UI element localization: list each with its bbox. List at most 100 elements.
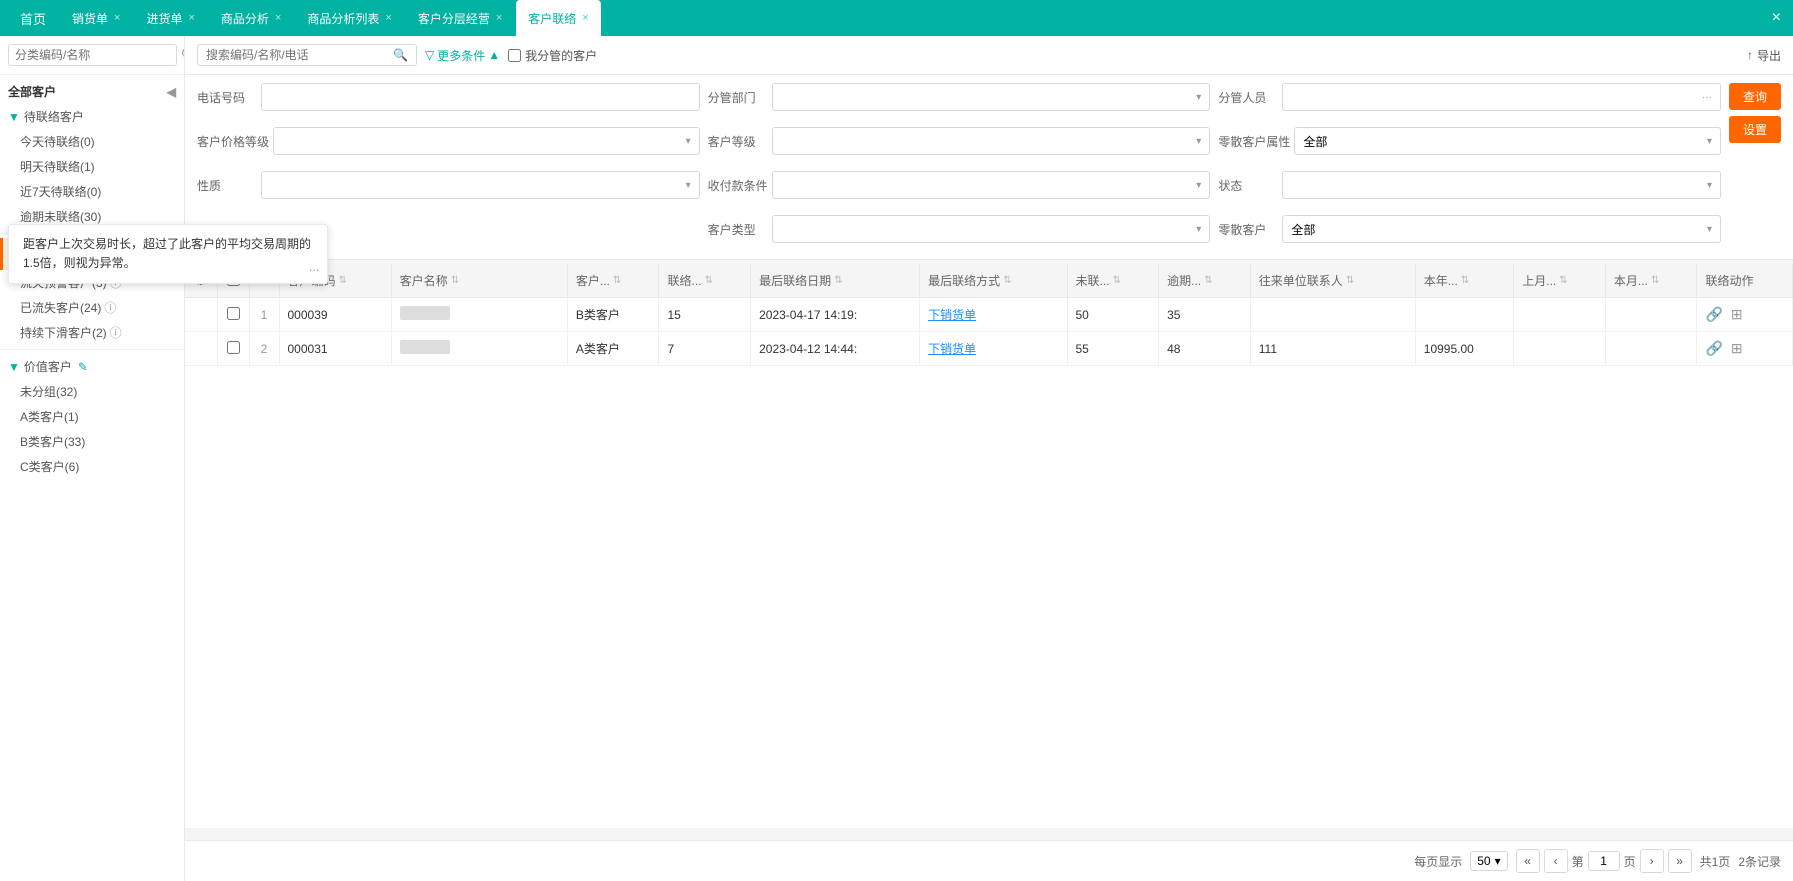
sort-icon-level: ⇅ <box>613 275 621 286</box>
chevron-down-icon-ctype: ▾ <box>1196 224 1201 235</box>
page-buttons: « ‹ 第 页 › » <box>1516 849 1692 873</box>
th-name: 客户名称 ⇅ <box>391 264 567 298</box>
sort-icon-date: ⇅ <box>834 275 842 286</box>
th-contact-count: 联络... ⇅ <box>659 264 751 298</box>
filter-nature-select[interactable]: ▾ <box>261 171 700 199</box>
nav-product-analysis[interactable]: 商品分析 × <box>209 0 293 36</box>
filter-status: 状态 ▾ <box>1218 171 1721 199</box>
close-purchase-order-icon[interactable]: × <box>188 12 194 24</box>
chevron-down-icon-pagesize: ▾ <box>1495 854 1501 868</box>
first-page-btn[interactable]: « <box>1516 849 1540 873</box>
chevron-up-icon: ▲ <box>488 48 500 62</box>
nav-customer-contact[interactable]: 客户联络 × <box>516 0 600 36</box>
row1-grid-icon[interactable]: ⊞ <box>1731 306 1743 323</box>
total-pages: 共1页 <box>1700 853 1731 870</box>
chevron-down-icon-manager: ··· <box>1702 92 1712 103</box>
arrow-down-icon-value: ▼ <box>8 360 20 374</box>
chevron-down-icon-retail2: ▾ <box>1707 224 1712 235</box>
sidebar-item-today-contact[interactable]: 今天待联络(0) <box>0 129 184 154</box>
sidebar-item-declining[interactable]: 持续下滑客户(2) ⓘ <box>0 320 184 345</box>
nav-home[interactable]: 首页 <box>8 0 58 36</box>
data-table: ⚙ 客户编码 ⇅ <box>185 264 1793 366</box>
my-customers-checkbox[interactable] <box>508 49 521 62</box>
filter-phone-input[interactable] <box>261 83 700 111</box>
prev-page-btn[interactable]: ‹ <box>1544 849 1568 873</box>
more-conditions-btn[interactable]: ▽ 更多条件 ▲ <box>425 47 500 64</box>
nav-product-analysis-list[interactable]: 商品分析列表 × <box>295 0 403 36</box>
sidebar-item-c-class[interactable]: C类客户(6) <box>0 454 184 479</box>
sidebar-item-a-class[interactable]: A类客户(1) <box>0 404 184 429</box>
sort-icon-year: ⇅ <box>1461 275 1469 286</box>
sidebar-item-7day-contact[interactable]: 近7天待联络(0) <box>0 179 184 204</box>
close-customer-contact-icon[interactable]: × <box>582 12 588 24</box>
sidebar-search-area: 🔍 <box>0 36 184 75</box>
sidebar-item-b-class[interactable]: B类客户(33) <box>0 429 184 454</box>
sidebar-group-value-customers[interactable]: ▼ 价值客户 ✎ <box>0 354 184 379</box>
row2-select[interactable] <box>227 341 240 354</box>
close-product-analysis-list-icon[interactable]: × <box>385 12 391 24</box>
row2-last-contact-method[interactable]: 下销货单 <box>920 332 1067 366</box>
last-page-btn[interactable]: » <box>1668 849 1692 873</box>
th-this-year: 本年... ⇅ <box>1415 264 1513 298</box>
main-search-input[interactable] <box>206 48 393 62</box>
nav-customer-stratify[interactable]: 客户分层经营 × <box>406 0 514 36</box>
filter-customer-type-select[interactable]: ▾ <box>772 215 1211 243</box>
close-customer-stratify-icon[interactable]: × <box>496 12 502 24</box>
page-number-input[interactable] <box>1588 851 1620 871</box>
filter-price-level-select[interactable]: ▾ <box>273 127 700 155</box>
filter-dept: 分管部门 ▾ <box>708 83 1211 111</box>
sort-icon-no-contact: ⇅ <box>1113 275 1121 286</box>
row1-contact-count: 15 <box>659 298 751 332</box>
edit-icon-value-group[interactable]: ✎ <box>78 360 88 374</box>
row2-last-month <box>1514 332 1606 366</box>
row1-link-icon[interactable]: 🔗 <box>1705 306 1722 323</box>
row2-link-icon[interactable]: 🔗 <box>1705 340 1722 357</box>
nav-purchase-order[interactable]: 进货单 × <box>134 0 206 36</box>
nav-sales-order[interactable]: 销货单 × <box>60 0 132 36</box>
chevron-down-icon-price: ▾ <box>686 136 691 147</box>
sort-icon-name: ⇅ <box>451 275 459 286</box>
row1-this-month <box>1605 298 1697 332</box>
data-table-wrap: ⚙ 客户编码 ⇅ <box>185 264 1793 828</box>
filter-retail-attr-select[interactable]: 全部 ▾ <box>1294 127 1721 155</box>
close-product-analysis-icon[interactable]: × <box>275 12 281 24</box>
sidebar-collapse-icon[interactable]: ◀ <box>167 85 176 99</box>
search-icon[interactable]: 🔍 <box>393 48 408 62</box>
row2-code: 000031 <box>279 332 391 366</box>
chevron-down-icon-level: ▾ <box>1196 136 1201 147</box>
th-level: 客户... ⇅ <box>567 264 659 298</box>
row1-select[interactable] <box>227 307 240 320</box>
filter-dept-select[interactable]: ▾ <box>772 83 1211 111</box>
filter-retail-customer-select[interactable]: 全部 ▾ <box>1282 215 1721 243</box>
filter-nature: 性质 ▾ <box>197 171 700 199</box>
row2-grid-icon[interactable]: ⊞ <box>1731 340 1743 357</box>
sort-icon-last-month: ⇅ <box>1559 275 1567 286</box>
window-close-icon[interactable]: × <box>1772 9 1781 27</box>
horizontal-scrollbar[interactable] <box>185 828 1793 840</box>
filter-customer-level-select[interactable]: ▾ <box>772 127 1211 155</box>
sidebar-item-churned[interactable]: 已流失客户(24) ⓘ <box>0 295 184 320</box>
filter-row-1: 电话号码 分管部门 ▾ 分管人员 <box>197 83 1721 111</box>
filter-status-select[interactable]: ▾ <box>1282 171 1721 199</box>
sidebar-search-input[interactable] <box>8 44 177 66</box>
sidebar-group-pending-contact[interactable]: ▼ 待联络客户 <box>0 104 184 129</box>
toolbar: 🔍 ▽ 更多条件 ▲ 我分管的客户 ↑ 导出 <box>185 36 1793 75</box>
row2-actions: 🔗 ⊞ <box>1697 332 1793 366</box>
sort-icon-contact: ⇅ <box>705 275 713 286</box>
query-button[interactable]: 查询 <box>1729 83 1781 110</box>
row1-level: B类客户 <box>567 298 659 332</box>
next-page-btn[interactable]: › <box>1640 849 1664 873</box>
filter-manager-select[interactable]: ··· <box>1282 83 1721 111</box>
sidebar-item-tomorrow-contact[interactable]: 明天待联络(1) <box>0 154 184 179</box>
row1-last-contact-method[interactable]: 下销货单 <box>920 298 1067 332</box>
settings-button[interactable]: 设置 <box>1729 116 1781 143</box>
export-btn[interactable]: ↑ 导出 <box>1747 47 1781 64</box>
row2-this-year: 10995.00 <box>1415 332 1513 366</box>
close-sales-order-icon[interactable]: × <box>114 12 120 24</box>
info-icon-declining: ⓘ <box>110 324 122 341</box>
row2-num: 2 <box>249 332 279 366</box>
page-size-select[interactable]: 50 ▾ <box>1470 851 1507 871</box>
filter-payment-select[interactable]: ▾ <box>772 171 1211 199</box>
sidebar-all-customers-title[interactable]: 全部客户 ◀ <box>0 75 184 104</box>
sidebar-item-ungrouped[interactable]: 未分组(32) <box>0 379 184 404</box>
